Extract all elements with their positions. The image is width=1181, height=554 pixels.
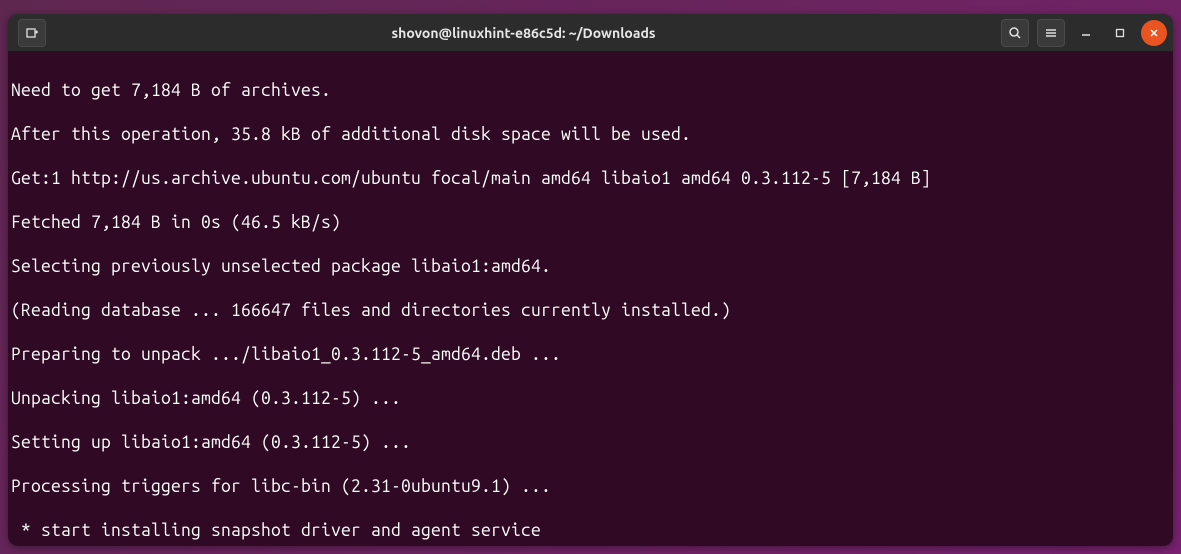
window-title: shovon@linuxhint-e86c5d: ~/Downloads (392, 25, 656, 41)
terminal-line: Unpacking libaio1:amd64 (0.3.112-5) ... (11, 388, 1170, 410)
terminal-line: Setting up libaio1:amd64 (0.3.112-5) ... (11, 432, 1170, 454)
titlebar-right (1001, 19, 1167, 47)
titlebar: shovon@linuxhint-e86c5d: ~/Downloads (8, 14, 1173, 52)
titlebar-left (14, 19, 46, 47)
terminal-line: Selecting previously unselected package … (11, 256, 1170, 278)
terminal-content[interactable]: Need to get 7,184 B of archives. After t… (8, 52, 1173, 546)
search-icon (1008, 26, 1022, 40)
terminal-line: Need to get 7,184 B of archives. (11, 80, 1170, 102)
minimize-button[interactable] (1073, 20, 1099, 46)
terminal-line: After this operation, 35.8 kB of additio… (11, 124, 1170, 146)
new-tab-button[interactable] (18, 19, 46, 47)
terminal-line: Processing triggers for libc-bin (2.31-0… (11, 476, 1170, 498)
close-button[interactable] (1141, 20, 1167, 46)
hamburger-icon (1044, 26, 1058, 40)
terminal-line: Preparing to unpack .../libaio1_0.3.112-… (11, 344, 1170, 366)
terminal-window: shovon@linuxhint-e86c5d: ~/Downloads (8, 14, 1173, 546)
maximize-icon (1114, 27, 1126, 39)
terminal-line: Get:1 http://us.archive.ubuntu.com/ubunt… (11, 168, 1170, 190)
maximize-button[interactable] (1107, 20, 1133, 46)
search-button[interactable] (1001, 19, 1029, 47)
terminal-line: Fetched 7,184 B in 0s (46.5 kB/s) (11, 212, 1170, 234)
menu-button[interactable] (1037, 19, 1065, 47)
terminal-line: (Reading database ... 166647 files and d… (11, 300, 1170, 322)
new-tab-icon (25, 26, 39, 40)
close-icon (1148, 27, 1160, 39)
terminal-line: * start installing snapshot driver and a… (11, 520, 1170, 542)
minimize-icon (1080, 27, 1092, 39)
